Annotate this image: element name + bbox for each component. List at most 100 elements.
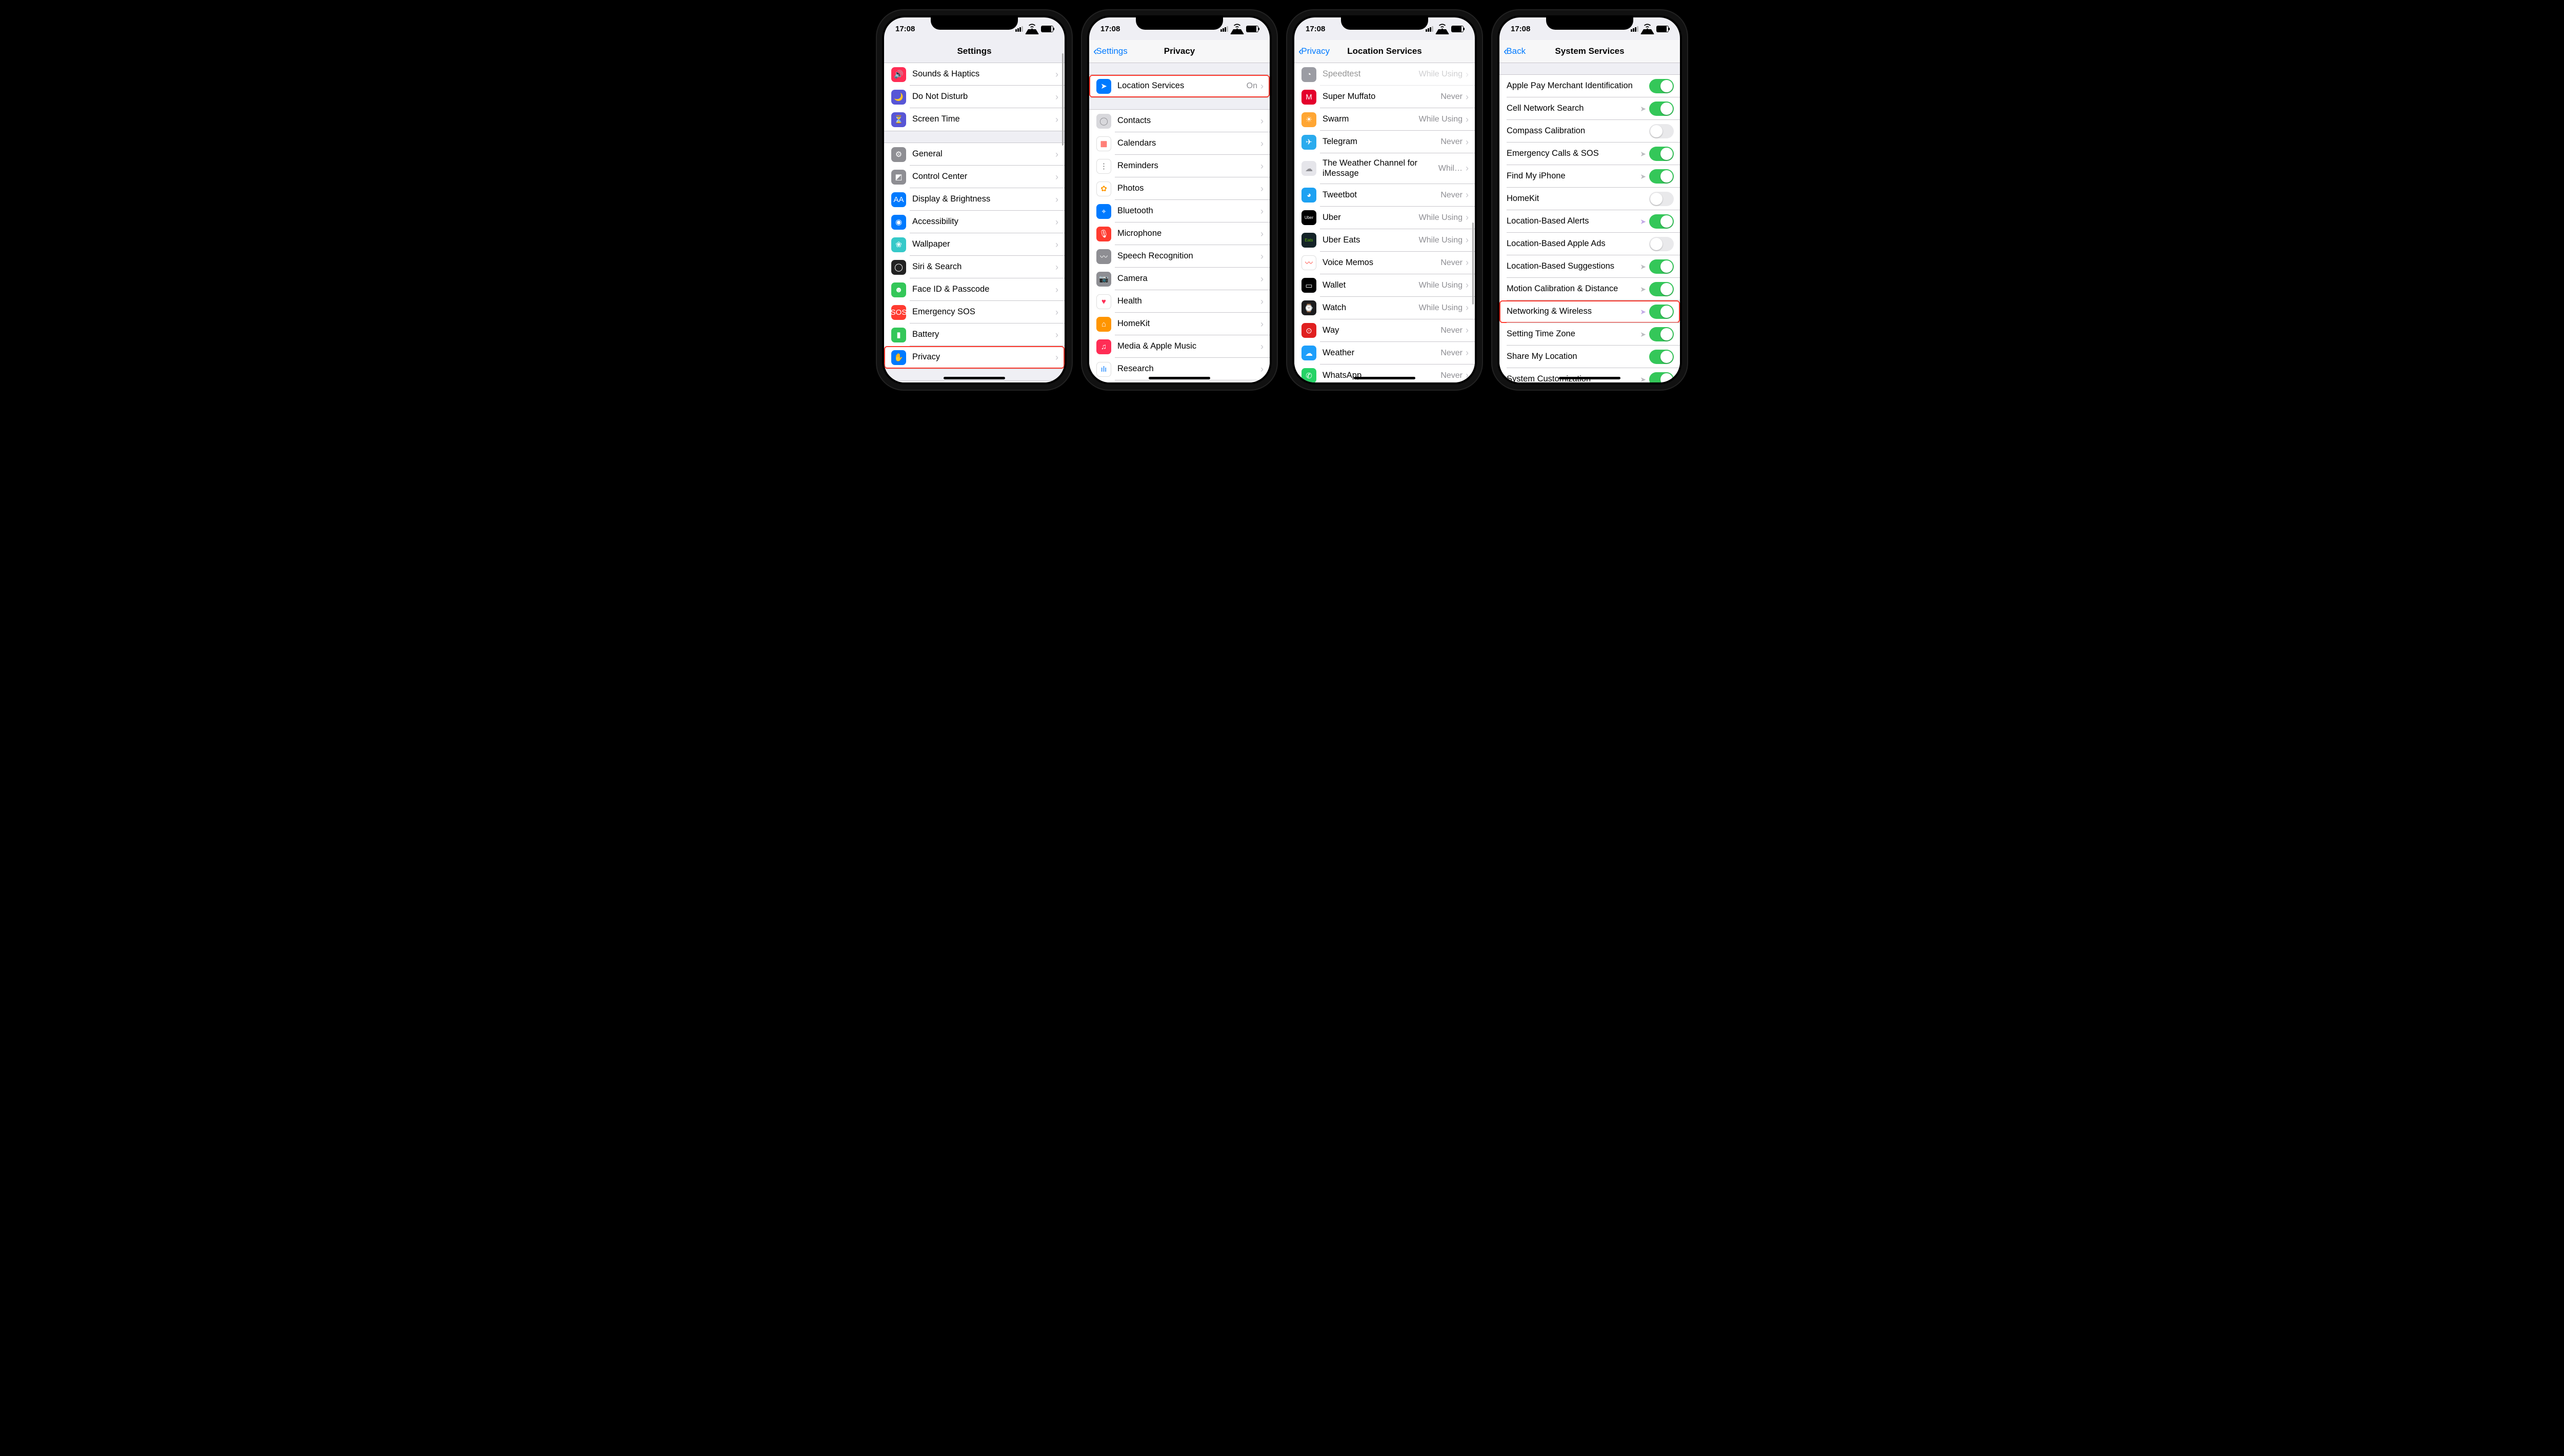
settings-row[interactable]: ⏳ Screen Time › — [884, 108, 1065, 131]
toggle-switch[interactable] — [1649, 237, 1674, 251]
toggle-switch[interactable] — [1649, 169, 1674, 184]
settings-row[interactable]: HomeKit — [1499, 188, 1680, 210]
settings-row[interactable]: ♥ Health › — [1089, 290, 1270, 313]
settings-row[interactable]: Compass Calibration — [1499, 120, 1680, 143]
row-icon: 〰 — [1301, 255, 1316, 270]
settings-row[interactable]: 🌙 Do Not Disturb › — [884, 86, 1065, 108]
settings-row[interactable]: ◔ Speedtest While Using› — [1294, 63, 1475, 86]
toggle-switch[interactable] — [1649, 102, 1674, 116]
settings-row[interactable]: ▮ Battery › — [884, 323, 1065, 346]
content[interactable]: 🔊 Sounds & Haptics › 🌙 Do Not Disturb › … — [884, 63, 1065, 382]
settings-row[interactable]: ☁ The Weather Channel for iMessage Whil…… — [1294, 153, 1475, 184]
settings-row[interactable]: ✆ WhatsApp Never› — [1294, 365, 1475, 382]
settings-row[interactable]: ⊙ Way Never› — [1294, 319, 1475, 342]
settings-row[interactable]: ✋ Privacy › — [884, 346, 1065, 369]
settings-row[interactable]: ⌂ HomeKit › — [1089, 313, 1270, 335]
settings-row[interactable]: Motion Calibration & Distance ➤ — [1499, 278, 1680, 300]
settings-row[interactable]: ◩ Control Center › — [884, 166, 1065, 188]
settings-row[interactable]: 〰 Speech Recognition › — [1089, 245, 1270, 268]
back-button[interactable]: ‹Back — [1504, 46, 1526, 57]
content[interactable]: Apple Pay Merchant Identification Cell N… — [1499, 63, 1680, 382]
chevron-icon: › — [1260, 206, 1264, 217]
settings-row[interactable]: ▣ Files and Folders › — [1089, 380, 1270, 382]
toggle-switch[interactable] — [1649, 259, 1674, 274]
settings-row[interactable]: ▦ Calendars › — [1089, 132, 1270, 155]
settings-row[interactable]: ⚙︎ General › — [884, 143, 1065, 166]
settings-row[interactable]: Find My iPhone ➤ — [1499, 165, 1680, 188]
settings-row[interactable]: ⌚ Watch While Using› — [1294, 297, 1475, 319]
toggle-switch[interactable] — [1649, 147, 1674, 161]
settings-row[interactable]: Networking & Wireless ➤ — [1499, 300, 1680, 323]
settings-row[interactable]: Cell Network Search ➤ — [1499, 97, 1680, 120]
settings-row[interactable]: AA Display & Brightness › — [884, 188, 1065, 211]
toggle-switch[interactable] — [1649, 327, 1674, 341]
toggle-switch[interactable] — [1649, 79, 1674, 93]
row-icon: 〰 — [1096, 249, 1111, 264]
settings-row[interactable]: 📷 Camera › — [1089, 268, 1270, 290]
settings-row[interactable]: Location-Based Apple Ads — [1499, 233, 1680, 255]
settings-row[interactable]: M Super Muffato Never› — [1294, 86, 1475, 108]
chevron-icon: › — [1466, 257, 1469, 268]
row-detail: Never — [1440, 258, 1463, 268]
settings-row[interactable]: System Customization ➤ — [1499, 368, 1680, 382]
back-button[interactable]: ‹Privacy — [1298, 46, 1330, 57]
settings-row[interactable]: ☻ Face ID & Passcode › — [884, 278, 1065, 301]
notch — [1136, 15, 1223, 30]
settings-row[interactable]: ◕ Tweetbot Never› — [1294, 184, 1475, 207]
settings-row[interactable]: ⌖ Bluetooth › — [1089, 200, 1270, 223]
settings-row[interactable]: Ⓐ iTunes & App Store › — [884, 381, 1065, 382]
back-button[interactable]: ‹Settings — [1093, 46, 1128, 57]
settings-row[interactable]: ☀ Swarm While Using› — [1294, 108, 1475, 131]
settings-row[interactable]: ◯ Siri & Search › — [884, 256, 1065, 278]
settings-row[interactable]: Location-Based Alerts ➤ — [1499, 210, 1680, 233]
row-icon: ✆ — [1301, 368, 1316, 382]
settings-row[interactable]: ◯ Contacts › — [1089, 110, 1270, 132]
row-label: Location Services — [1117, 76, 1247, 96]
settings-row[interactable]: Emergency Calls & SOS ➤ — [1499, 143, 1680, 165]
toggle-switch[interactable] — [1649, 124, 1674, 138]
phone-frame: 17:08 ‹Back System Services Apple Pay Me… — [1492, 10, 1687, 390]
scrollbar[interactable] — [1472, 223, 1474, 305]
settings-row[interactable]: Uber Uber While Using› — [1294, 207, 1475, 229]
toggle-switch[interactable] — [1649, 214, 1674, 229]
phone-frame: 17:08 ‹Settings Privacy ➤ Location Servi… — [1082, 10, 1277, 390]
settings-row[interactable]: 🎙 Microphone › — [1089, 223, 1270, 245]
row-label: Telegram — [1323, 132, 1440, 152]
row-label: Find My iPhone — [1507, 166, 1640, 187]
chevron-icon: › — [1466, 325, 1469, 336]
content[interactable]: ➤ Location Services On› ◯ Contacts › ▦ C… — [1089, 63, 1270, 382]
settings-row[interactable]: ◉ Accessibility › — [884, 211, 1065, 233]
row-label: Location-Based Suggestions — [1507, 256, 1640, 277]
row-detail: Never — [1440, 371, 1463, 380]
settings-row[interactable]: ✈ Telegram Never› — [1294, 131, 1475, 153]
settings-row[interactable]: Setting Time Zone ➤ — [1499, 323, 1680, 346]
settings-row[interactable]: ⋮ Reminders › — [1089, 155, 1270, 177]
scrollbar[interactable] — [1062, 53, 1064, 146]
settings-row[interactable]: ➤ Location Services On› — [1089, 75, 1270, 97]
toggle-switch[interactable] — [1649, 192, 1674, 206]
settings-row[interactable]: ☁ Weather Never› — [1294, 342, 1475, 365]
settings-row[interactable]: ❀ Wallpaper › — [884, 233, 1065, 256]
settings-row[interactable]: Location-Based Suggestions ➤ — [1499, 255, 1680, 278]
content[interactable]: ◔ Speedtest While Using› M Super Muffato… — [1294, 63, 1475, 382]
toggle-switch[interactable] — [1649, 282, 1674, 296]
location-arrow-icon: ➤ — [1640, 330, 1646, 339]
row-label: Do Not Disturb — [912, 87, 1055, 107]
chevron-icon: › — [1055, 149, 1058, 160]
chevron-icon: › — [1055, 172, 1058, 183]
settings-row[interactable]: Apple Pay Merchant Identification — [1499, 75, 1680, 97]
settings-row[interactable]: ▭ Wallet While Using› — [1294, 274, 1475, 297]
settings-row[interactable]: Eats Uber Eats While Using› — [1294, 229, 1475, 252]
settings-row[interactable]: ✿ Photos › — [1089, 177, 1270, 200]
settings-row[interactable]: 🔊 Sounds & Haptics › — [884, 63, 1065, 86]
settings-row[interactable]: Share My Location — [1499, 346, 1680, 368]
row-detail: While Using — [1419, 236, 1463, 245]
chevron-icon: › — [1466, 280, 1469, 291]
settings-row[interactable]: ♫ Media & Apple Music › — [1089, 335, 1270, 358]
back-label: Back — [1506, 46, 1526, 56]
toggle-switch[interactable] — [1649, 350, 1674, 364]
toggle-switch[interactable] — [1649, 305, 1674, 319]
toggle-switch[interactable] — [1649, 372, 1674, 382]
settings-row[interactable]: 〰 Voice Memos Never› — [1294, 252, 1475, 274]
settings-row[interactable]: SOS Emergency SOS › — [884, 301, 1065, 323]
